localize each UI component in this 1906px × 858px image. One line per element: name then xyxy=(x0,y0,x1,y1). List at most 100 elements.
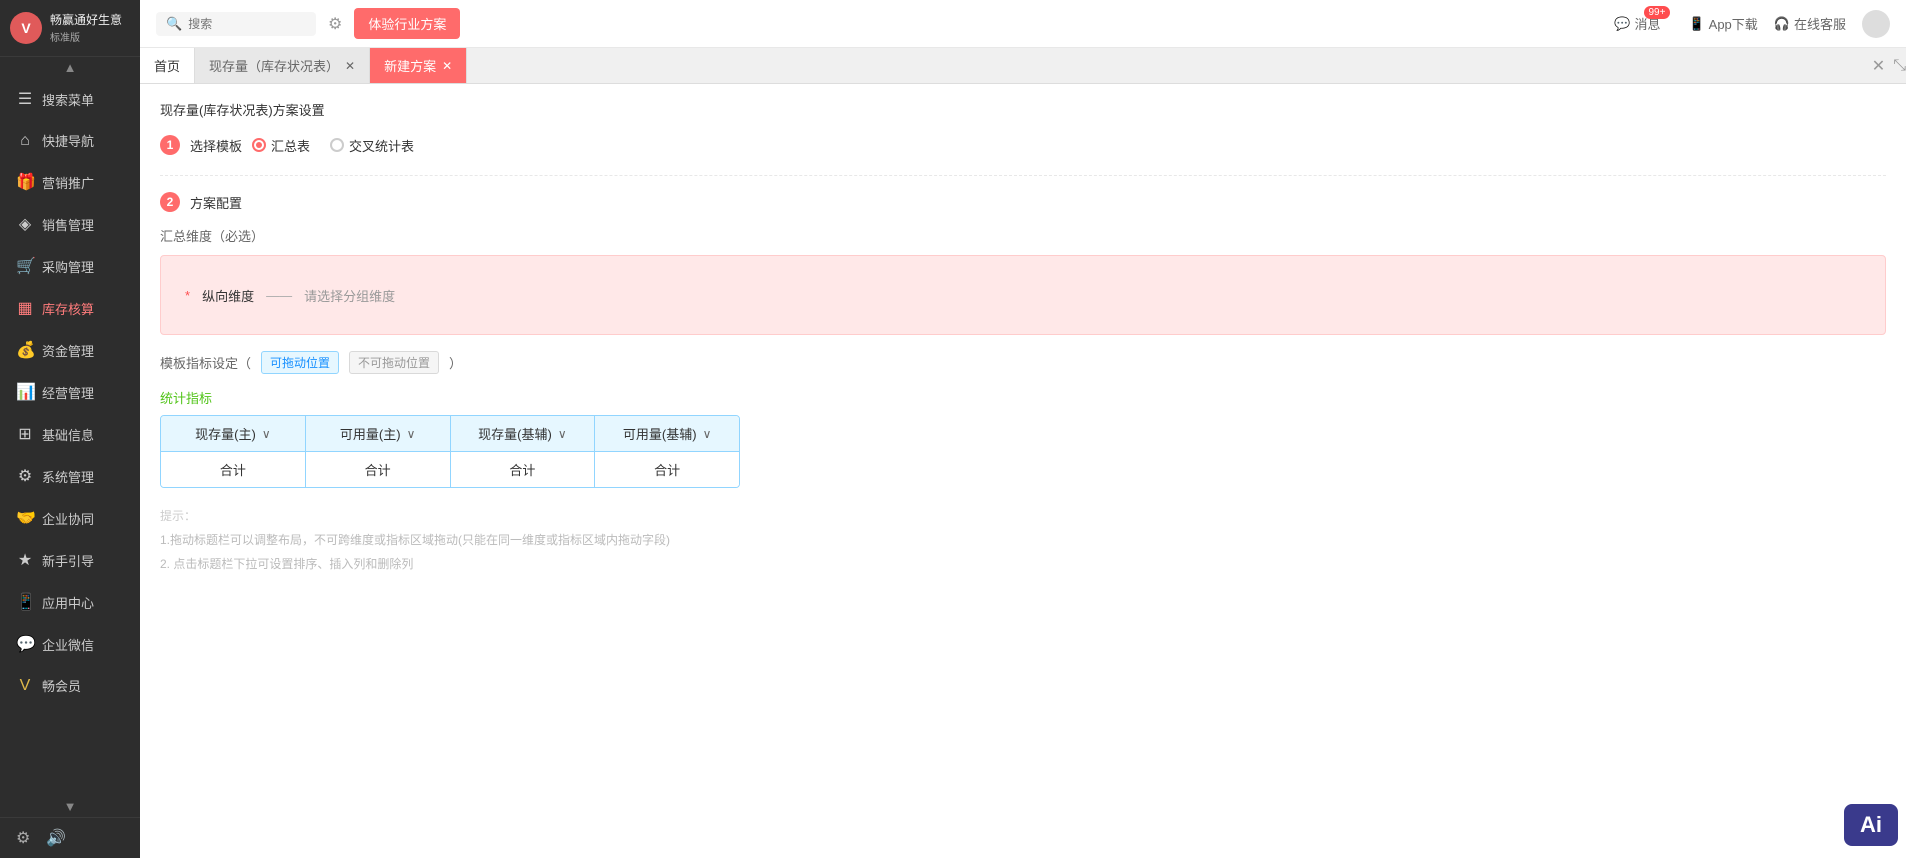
col-header-2[interactable]: 可用量(主) ∨ xyxy=(306,416,451,451)
finance-icon: 💰 xyxy=(16,340,34,360)
col-label-1: 现存量(主) xyxy=(195,424,256,443)
sidebar-item-label: 搜索菜单 xyxy=(42,90,94,109)
sidebar-nav: ☰ 搜索菜单 ⌂ 快捷导航 🎁 营销推广 ◈ 销售管理 🛒 采购管理 ▦ 库存核… xyxy=(0,78,140,796)
sidebar-item-label: 资金管理 xyxy=(42,341,94,360)
sidebar-item-basic[interactable]: ⊞ 基础信息 xyxy=(0,413,140,455)
sidebar-item-system[interactable]: ⚙ 系统管理 xyxy=(0,455,140,497)
radio-cross[interactable]: 交叉统计表 xyxy=(330,136,414,155)
config-section: 汇总维度（必选） * 纵向维度 —— 请选择分组维度 模板指标设定（ xyxy=(160,226,1886,576)
sidebar-item-appcenter[interactable]: 📱 应用中心 xyxy=(0,581,140,623)
message-icon: 💬 xyxy=(1614,16,1630,32)
step2-section: 2 方案配置 汇总维度（必选） * 纵向维度 —— 请选择分组维度 xyxy=(160,192,1886,576)
sidebar-item-search[interactable]: ☰ 搜索菜单 xyxy=(0,78,140,120)
sidebar-item-member[interactable]: V 畅会员 xyxy=(0,665,140,706)
step2-header: 2 方案配置 xyxy=(160,192,1886,212)
radio-summary[interactable]: 汇总表 xyxy=(252,136,310,155)
radio-summary-dot xyxy=(252,138,266,152)
sidebar-item-quicknav[interactable]: ⌂ 快捷导航 xyxy=(0,120,140,161)
col-header-1[interactable]: 现存量(主) ∨ xyxy=(161,416,306,451)
industry-plan-button[interactable]: 体验行业方案 xyxy=(354,8,460,39)
dimension-dash: —— xyxy=(266,288,292,303)
sidebar-logo: V 畅赢通好生意 标准版 xyxy=(0,0,140,57)
tab-new-plan-close[interactable]: ✕ xyxy=(442,59,452,73)
tab-inventory[interactable]: 现存量（库存状况表） ✕ xyxy=(195,48,370,83)
settings-bottom-icon[interactable]: ⚙ xyxy=(16,828,30,848)
sidebar-item-newguide[interactable]: ★ 新手引导 xyxy=(0,539,140,581)
tab-home[interactable]: 首页 xyxy=(140,48,195,83)
sidebar-item-label: 快捷导航 xyxy=(42,131,94,150)
sidebar-item-label: 基础信息 xyxy=(42,425,94,444)
col-chevron-2[interactable]: ∨ xyxy=(407,427,416,441)
step2-title: 方案配置 xyxy=(190,193,242,212)
message-button[interactable]: 💬 消息 99+ xyxy=(1614,14,1660,33)
col-chevron-1[interactable]: ∨ xyxy=(262,427,271,441)
chart-icon: 📊 xyxy=(16,382,34,402)
online-service-button[interactable]: 🎧 在线客服 xyxy=(1774,14,1846,33)
wechat-icon: 💬 xyxy=(16,634,34,654)
sidebar-item-inventory[interactable]: ▦ 库存核算 xyxy=(0,287,140,329)
ai-assistant-badge[interactable]: Ai xyxy=(1844,804,1898,846)
col-chevron-4[interactable]: ∨ xyxy=(703,427,712,441)
step1-section: 1 选择模板 汇总表 交叉统计表 xyxy=(160,135,1886,155)
cell-2: 合计 xyxy=(306,452,451,487)
app-download-label: App下载 xyxy=(1709,14,1758,33)
volume-icon[interactable]: 🔊 xyxy=(46,828,66,848)
dimension-selector-box[interactable]: * 纵向维度 —— 请选择分组维度 xyxy=(160,255,1886,335)
movable-badge: 可拖动位置 xyxy=(261,351,339,374)
radio-cross-dot xyxy=(330,138,344,152)
search-input[interactable] xyxy=(188,17,288,31)
sidebar-scroll-down[interactable]: ▼ xyxy=(0,796,140,817)
sidebar-scroll-up[interactable]: ▲ xyxy=(0,57,140,78)
dimension-row: * 纵向维度 —— 请选择分组维度 xyxy=(185,286,395,305)
dimension-name: 纵向维度 xyxy=(202,286,254,305)
sidebar-item-label: 库存核算 xyxy=(42,299,94,318)
sidebar-item-wechat[interactable]: 💬 企业微信 xyxy=(0,623,140,665)
app-download-button[interactable]: 📱 App下载 xyxy=(1688,14,1757,33)
col-header-4[interactable]: 可用量(基辅) ∨ xyxy=(595,416,739,451)
radio-summary-label: 汇总表 xyxy=(271,136,310,155)
step2-number: 2 xyxy=(160,192,180,212)
sidebar-item-label: 经营管理 xyxy=(42,383,94,402)
expand-window-icon[interactable]: ⤡ xyxy=(1893,57,1906,75)
mobile-icon: 📱 xyxy=(16,592,34,612)
topbar-search-box[interactable]: 🔍 xyxy=(156,12,316,36)
sidebar-item-management[interactable]: 📊 经营管理 xyxy=(0,371,140,413)
sidebar-item-sales[interactable]: ◈ 销售管理 xyxy=(0,203,140,245)
cart-icon: 🛒 xyxy=(16,256,34,276)
inventory-icon: ▦ xyxy=(16,298,34,318)
main-area: 🔍 ⚙ 体验行业方案 💬 消息 99+ 📱 App下载 🎧 在线客服 首页 xyxy=(140,0,1906,858)
sidebar-item-label: 采购管理 xyxy=(42,257,94,276)
topbar-gear-icon[interactable]: ⚙ xyxy=(328,14,342,34)
tip-2: 2. 点击标题栏下拉可设置排序、插入列和删除列 xyxy=(160,552,1886,576)
sidebar-item-company[interactable]: 🤝 企业协同 xyxy=(0,497,140,539)
search-menu-icon: ☰ xyxy=(16,89,34,109)
app-logo-icon: V xyxy=(10,12,42,44)
user-avatar[interactable] xyxy=(1862,10,1890,38)
cell-3: 合计 xyxy=(451,452,596,487)
dimension-label: 汇总维度（必选） xyxy=(160,226,1886,245)
sidebar-item-label: 企业协同 xyxy=(42,509,94,528)
sidebar-item-label: 系统管理 xyxy=(42,467,94,486)
gear-icon: ⚙ xyxy=(16,466,34,486)
tab-new-plan[interactable]: 新建方案 ✕ xyxy=(370,48,467,83)
sidebar-item-finance[interactable]: 💰 资金管理 xyxy=(0,329,140,371)
sidebar-item-label: 营销推广 xyxy=(42,173,94,192)
close-window-icon[interactable]: ✕ xyxy=(1872,56,1885,76)
tips-section: 提示： 1.拖动标题栏可以调整布局，不可跨维度或指标区域拖动(只能在同一维度或指… xyxy=(160,504,1886,576)
sidebar-item-marketing[interactable]: 🎁 营销推广 xyxy=(0,161,140,203)
indicator-suffix: ） xyxy=(449,353,462,372)
col-header-3[interactable]: 现存量(基辅) ∨ xyxy=(451,416,596,451)
tab-inventory-close[interactable]: ✕ xyxy=(345,59,355,73)
topbar-right: 💬 消息 99+ 📱 App下载 🎧 在线客服 xyxy=(1614,10,1890,38)
message-badge: 99+ xyxy=(1644,6,1671,19)
step1-title: 选择模板 xyxy=(190,136,242,155)
col-label-3: 现存量(基辅) xyxy=(478,424,552,443)
member-icon: V xyxy=(16,677,34,695)
search-icon: 🔍 xyxy=(166,16,182,32)
tips-title: 提示： xyxy=(160,509,196,523)
sidebar: V 畅赢通好生意 标准版 ▲ ☰ 搜索菜单 ⌂ 快捷导航 🎁 营销推广 ◈ 销售… xyxy=(0,0,140,858)
content-area: 现存量(库存状况表)方案设置 1 选择模板 汇总表 交叉统计表 xyxy=(140,84,1906,858)
col-chevron-3[interactable]: ∨ xyxy=(558,427,567,441)
online-service-label: 在线客服 xyxy=(1794,14,1846,33)
sidebar-item-purchase[interactable]: 🛒 采购管理 xyxy=(0,245,140,287)
